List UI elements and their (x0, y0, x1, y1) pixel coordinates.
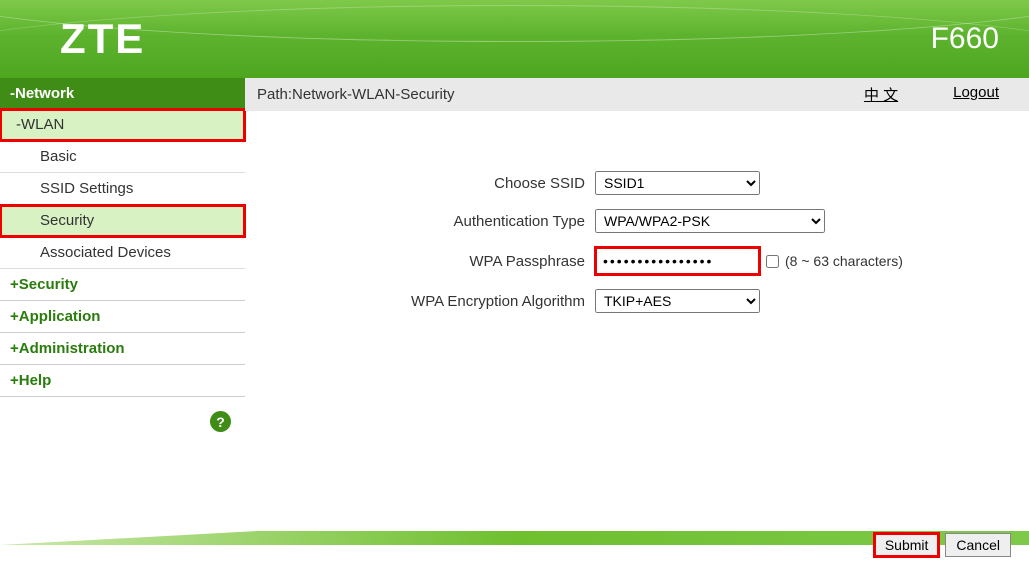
sidebar-item-ssid-settings[interactable]: SSID Settings (0, 173, 245, 205)
help-icon[interactable]: ? (210, 411, 231, 432)
brand-logo: ZTE (60, 15, 145, 63)
layout: -Network -WLAN Basic SSID Settings Secur… (0, 78, 1029, 525)
sidebar-item-associated-devices[interactable]: Associated Devices (0, 237, 245, 269)
encryption-select[interactable]: TKIP+AES (595, 289, 760, 313)
footer-bar: Submit Cancel (0, 525, 1029, 565)
content: Path:Network-WLAN-Security 中 文 Logout Ch… (245, 78, 1029, 525)
header: ZTE F660 (0, 0, 1029, 78)
show-passphrase-checkbox[interactable] (766, 255, 779, 268)
pathbar: Path:Network-WLAN-Security 中 文 Logout (245, 78, 1029, 111)
encryption-label: WPA Encryption Algorithm (245, 293, 595, 310)
choose-ssid-select[interactable]: SSID1 (595, 171, 760, 195)
breadcrumb: Path:Network-WLAN-Security (257, 86, 455, 103)
language-link[interactable]: 中 文 (864, 84, 898, 105)
choose-ssid-label: Choose SSID (245, 175, 595, 192)
cancel-button[interactable]: Cancel (945, 533, 1011, 557)
row-choose-ssid: Choose SSID SSID1 (245, 171, 999, 195)
model-number: F660 (931, 22, 999, 56)
auth-type-label: Authentication Type (245, 213, 595, 230)
sidebar-item-wlan[interactable]: -WLAN (0, 109, 245, 141)
sidebar-nav: -Network -WLAN Basic SSID Settings Secur… (0, 78, 245, 397)
logout-link[interactable]: Logout (953, 84, 999, 105)
sidebar: -Network -WLAN Basic SSID Settings Secur… (0, 78, 245, 525)
row-wpa-passphrase: WPA Passphrase (8 ~ 63 characters) (245, 247, 999, 275)
header-links: 中 文 Logout (864, 84, 999, 105)
row-auth-type: Authentication Type WPA/WPA2-PSK (245, 209, 999, 233)
sidebar-section-administration[interactable]: +Administration (0, 333, 245, 365)
sidebar-section-network[interactable]: -Network (0, 78, 245, 109)
security-form: Choose SSID SSID1 Authentication Type WP… (245, 111, 1029, 337)
sidebar-section-application[interactable]: +Application (0, 301, 245, 333)
sidebar-section-help[interactable]: +Help (0, 365, 245, 397)
passphrase-hint: (8 ~ 63 characters) (785, 253, 903, 269)
sidebar-item-security[interactable]: Security (0, 205, 245, 237)
auth-type-select[interactable]: WPA/WPA2-PSK (595, 209, 825, 233)
wpa-passphrase-input[interactable] (595, 247, 760, 275)
sidebar-item-basic[interactable]: Basic (0, 141, 245, 173)
submit-button[interactable]: Submit (874, 533, 940, 557)
sidebar-section-security[interactable]: +Security (0, 269, 245, 301)
wpa-passphrase-label: WPA Passphrase (245, 253, 595, 270)
row-encryption: WPA Encryption Algorithm TKIP+AES (245, 289, 999, 313)
